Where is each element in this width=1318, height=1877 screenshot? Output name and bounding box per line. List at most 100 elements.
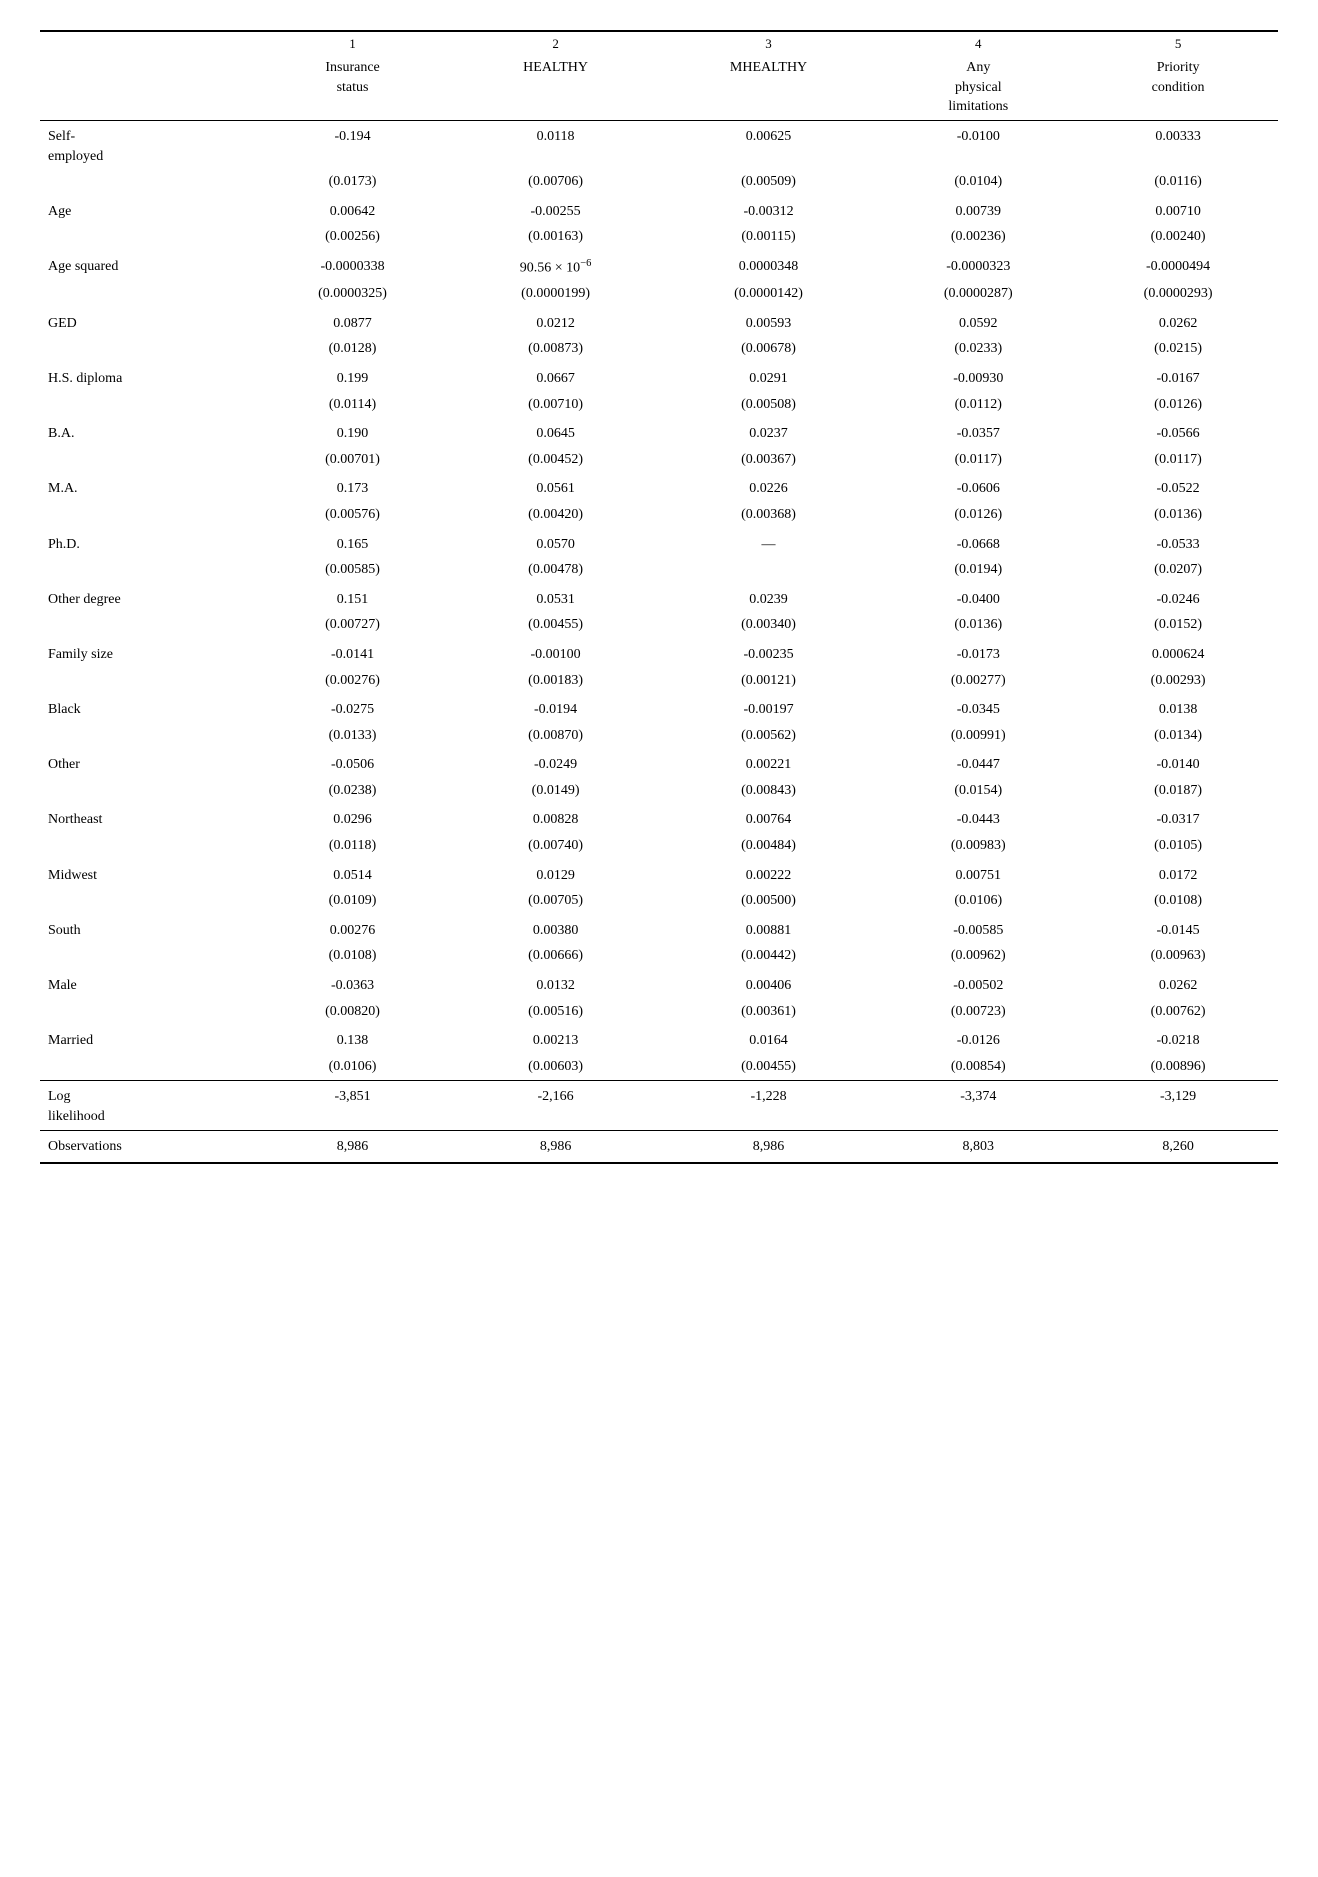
cell-se: (0.00706) (452, 169, 658, 196)
cell-se: (0.00516) (452, 999, 658, 1026)
cell-value: -0.00502 (878, 970, 1078, 999)
row-label-se (40, 502, 253, 529)
table-row-se: (0.00701)(0.00452)(0.00367)(0.0117)(0.01… (40, 447, 1278, 474)
cell-value: 0.0118 (452, 120, 658, 169)
cell-se: (0.00727) (253, 612, 453, 639)
cell-value: 0.190 (253, 418, 453, 447)
table-row: Black-0.0275-0.0194-0.00197-0.03450.0138 (40, 694, 1278, 723)
table-row: Family size-0.0141-0.00100-0.00235-0.017… (40, 639, 1278, 668)
row-label-header (40, 55, 253, 120)
cell-value: -3,374 (878, 1081, 1078, 1130)
row-label: Family size (40, 639, 253, 668)
cell-se: (0.0136) (878, 612, 1078, 639)
table-row: Other-0.0506-0.02490.00221-0.0447-0.0140 (40, 749, 1278, 778)
row-label-se (40, 447, 253, 474)
cell-se: (0.0105) (1078, 833, 1278, 860)
cell-se: (0.0000199) (452, 281, 658, 308)
cell-value: 8,986 (253, 1130, 453, 1163)
cell-value: 0.0212 (452, 308, 658, 337)
cell-value: -0.0100 (878, 120, 1078, 169)
cell-se: (0.00666) (452, 943, 658, 970)
row-label: Observations (40, 1130, 253, 1163)
cell-value: -1,228 (659, 1081, 879, 1130)
cell-se: (0.0000293) (1078, 281, 1278, 308)
cell-se: (0.00478) (452, 557, 658, 584)
cell-value: 0.0531 (452, 584, 658, 613)
cell-value: 0.00739 (878, 196, 1078, 225)
cell-se: (0.00484) (659, 833, 879, 860)
cell-se: (0.0000287) (878, 281, 1078, 308)
cell-value: 0.0237 (659, 418, 879, 447)
row-label: Midwest (40, 860, 253, 889)
table-row: Ph.D.0.1650.0570—-0.0668-0.0533 (40, 529, 1278, 558)
cell-se: (0.0126) (1078, 392, 1278, 419)
cell-se: (0.00562) (659, 723, 879, 750)
cell-value: 0.00710 (1078, 196, 1278, 225)
row-label-se (40, 557, 253, 584)
row-label-se (40, 224, 253, 251)
cell-value: — (659, 529, 879, 558)
cell-value: -0.0447 (878, 749, 1078, 778)
table-row-se: (0.00576)(0.00420)(0.00368)(0.0126)(0.01… (40, 502, 1278, 529)
cell-se: (0.0233) (878, 336, 1078, 363)
cell-se: (0.00896) (1078, 1054, 1278, 1081)
cell-value: -0.0000494 (1078, 251, 1278, 281)
row-label-se (40, 281, 253, 308)
cell-value: -0.0246 (1078, 584, 1278, 613)
cell-se: (0.0207) (1078, 557, 1278, 584)
cell-se: (0.0116) (1078, 169, 1278, 196)
cell-se: (0.00963) (1078, 943, 1278, 970)
cell-se: (0.0104) (878, 169, 1078, 196)
row-label-se (40, 169, 253, 196)
cell-value: 0.00625 (659, 120, 879, 169)
cell-value: 0.0561 (452, 473, 658, 502)
cell-se: (0.00762) (1078, 999, 1278, 1026)
row-label: Male (40, 970, 253, 999)
cell-value: -0.0533 (1078, 529, 1278, 558)
table-row: B.A.0.1900.06450.0237-0.0357-0.0566 (40, 418, 1278, 447)
cell-value: 0.0239 (659, 584, 879, 613)
table-row-se: (0.00585)(0.00478)(0.0194)(0.0207) (40, 557, 1278, 584)
cell-se: (0.00870) (452, 723, 658, 750)
table-row: Northeast0.02960.008280.00764-0.0443-0.0… (40, 804, 1278, 833)
table-row-se: (0.0106)(0.00603)(0.00455)(0.00854)(0.00… (40, 1054, 1278, 1081)
cell-se: (0.0112) (878, 392, 1078, 419)
cell-se: (0.00455) (659, 1054, 879, 1081)
cell-se: (0.0194) (878, 557, 1078, 584)
cell-value: -0.00312 (659, 196, 879, 225)
row-label: H.S. diploma (40, 363, 253, 392)
cell-value: 0.000624 (1078, 639, 1278, 668)
table-row: South0.002760.003800.00881-0.00585-0.014… (40, 915, 1278, 944)
cell-value: -0.00197 (659, 694, 879, 723)
cell-value: 0.0291 (659, 363, 879, 392)
cell-value: 90.56 × 10−6 (452, 251, 658, 281)
cell-se: (0.00442) (659, 943, 879, 970)
row-label: Other degree (40, 584, 253, 613)
table-row-se: (0.0108)(0.00666)(0.00442)(0.00962)(0.00… (40, 943, 1278, 970)
col4-number: 4 (878, 31, 1078, 55)
cell-value: -0.00235 (659, 639, 879, 668)
cell-value: -0.0275 (253, 694, 453, 723)
cell-value: -0.0357 (878, 418, 1078, 447)
empty-header (40, 31, 253, 55)
table-row-se: (0.0114)(0.00710)(0.00508)(0.0112)(0.012… (40, 392, 1278, 419)
cell-se: (0.00121) (659, 668, 879, 695)
cell-se: (0.00340) (659, 612, 879, 639)
cell-se: (0.0000142) (659, 281, 879, 308)
row-label-se (40, 888, 253, 915)
cell-value: 0.0877 (253, 308, 453, 337)
table-row-se: (0.00727)(0.00455)(0.00340)(0.0136)(0.01… (40, 612, 1278, 639)
cell-se: (0.0117) (878, 447, 1078, 474)
cell-se: (0.0238) (253, 778, 453, 805)
col1-label: Insurancestatus (253, 55, 453, 120)
cell-se: (0.00740) (452, 833, 658, 860)
cell-se: (0.00368) (659, 502, 879, 529)
cell-value: -0.0400 (878, 584, 1078, 613)
table-row-se: (0.0109)(0.00705)(0.00500)(0.0106)(0.010… (40, 888, 1278, 915)
cell-value: -0.0506 (253, 749, 453, 778)
table-row-se: (0.0128)(0.00873)(0.00678)(0.0233)(0.021… (40, 336, 1278, 363)
cell-value: 0.00276 (253, 915, 453, 944)
cell-value: -0.0443 (878, 804, 1078, 833)
row-label-se (40, 999, 253, 1026)
table-row: Age0.00642-0.00255-0.003120.007390.00710 (40, 196, 1278, 225)
